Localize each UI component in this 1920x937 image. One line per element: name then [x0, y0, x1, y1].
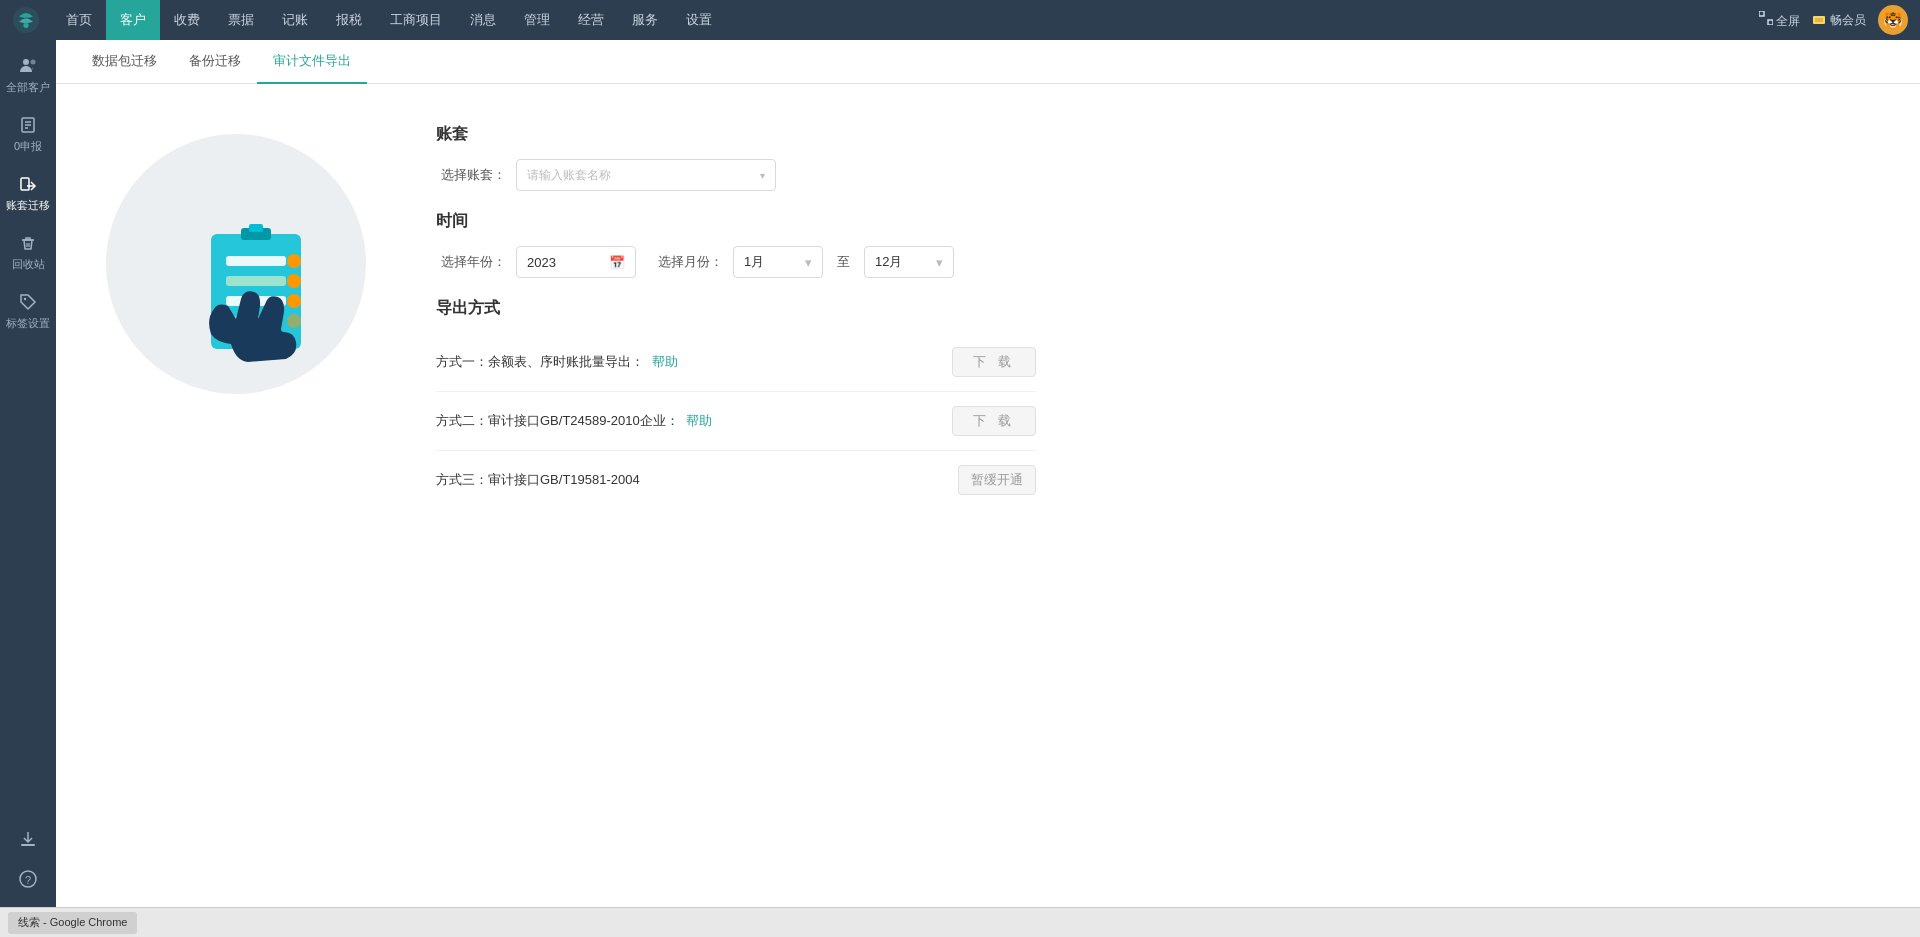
sidebar: 全部客户 0申报 账套迁移 — [0, 40, 56, 907]
illustration-circle — [106, 134, 366, 394]
svg-point-26 — [287, 254, 301, 268]
export-method-3: 方式三：审计接口GB/T19581-2004 暂缓开通 — [436, 451, 1036, 509]
account-section-title: 账套 — [436, 124, 1036, 145]
nav-bookkeep[interactable]: 记账 — [268, 0, 322, 40]
method1-help-link[interactable]: 帮助 — [652, 354, 678, 369]
form-area: 账套 选择账套： 请输入账套名称 ▾ 时间 选择年份： 2023 � — [436, 114, 1036, 877]
tab-audit-export[interactable]: 审计文件导出 — [257, 40, 367, 84]
fullscreen-btn[interactable]: 全屏 — [1759, 11, 1800, 30]
svg-rect-2 — [1759, 11, 1764, 16]
sidebar-item-declare[interactable]: 0申报 — [2, 107, 54, 162]
month-start-select[interactable]: 1月 ▾ — [733, 246, 823, 278]
nav-settings[interactable]: 设置 — [672, 0, 726, 40]
content-area: 账套 选择账套： 请输入账套名称 ▾ 时间 选择年份： 2023 � — [56, 84, 1920, 907]
sidebar-bottom: ? — [12, 823, 44, 907]
svg-rect-5 — [1815, 18, 1823, 22]
nav-invoice[interactable]: 票据 — [214, 0, 268, 40]
month-end-select[interactable]: 12月 ▾ — [864, 246, 954, 278]
time-row: 选择年份： 2023 📅 选择月份： 1月 ▾ 至 12月 ▾ — [436, 246, 1036, 278]
nav-items: 首页 客户 收费 票据 记账 报税 工商项目 消息 管理 经营 服务 设置 — [52, 0, 1759, 40]
export-section-title: 导出方式 — [436, 298, 1036, 319]
tab-backup-migrate[interactable]: 备份迁移 — [173, 40, 257, 84]
svg-point-6 — [23, 59, 29, 65]
tabs-bar: 数据包迁移 备份迁移 审计文件导出 — [56, 40, 1920, 84]
method2-help-link[interactable]: 帮助 — [686, 413, 712, 428]
sidebar-help-icon[interactable]: ? — [12, 863, 44, 895]
top-nav-right: 全屏 畅会员 🐯 — [1759, 5, 1908, 35]
to-text: 至 — [833, 253, 854, 271]
year-input[interactable]: 2023 📅 — [516, 246, 636, 278]
svg-point-1 — [23, 23, 28, 28]
svg-rect-22 — [226, 256, 286, 266]
main-content: 数据包迁移 备份迁移 审计文件导出 — [56, 40, 1920, 907]
account-row: 选择账套： 请输入账套名称 ▾ — [436, 159, 1036, 191]
account-placeholder: 请输入账套名称 — [527, 167, 611, 184]
svg-point-27 — [287, 274, 301, 288]
svg-rect-18 — [21, 844, 35, 846]
method2-download-button[interactable]: 下 载 — [952, 406, 1036, 436]
svg-point-7 — [31, 60, 36, 65]
illustration-area — [96, 114, 376, 877]
chevron-down-icon-month-start: ▾ — [805, 255, 812, 270]
account-select[interactable]: 请输入账套名称 ▾ — [516, 159, 776, 191]
top-navigation: 首页 客户 收费 票据 记账 报税 工商项目 消息 管理 经营 服务 设置 全屏… — [0, 0, 1920, 40]
user-avatar[interactable]: 🐯 — [1878, 5, 1908, 35]
chevron-down-icon-month-end: ▾ — [936, 255, 943, 270]
nav-business[interactable]: 工商项目 — [376, 0, 456, 40]
account-label: 选择账套： — [436, 166, 506, 184]
sidebar-item-all-clients[interactable]: 全部客户 — [2, 48, 54, 103]
tab-data-migrate[interactable]: 数据包迁移 — [76, 40, 173, 84]
month-end-value: 12月 — [875, 253, 902, 271]
calendar-icon: 📅 — [609, 255, 625, 270]
svg-point-17 — [24, 298, 26, 300]
sidebar-download-icon[interactable] — [12, 823, 44, 855]
nav-charge[interactable]: 收费 — [160, 0, 214, 40]
svg-text:?: ? — [25, 874, 31, 886]
svg-point-29 — [287, 314, 301, 328]
nav-home[interactable]: 首页 — [52, 0, 106, 40]
month-start-value: 1月 — [744, 253, 764, 271]
method2-label: 方式二：审计接口GB/T24589-2010企业： 帮助 — [436, 412, 952, 430]
sidebar-item-trash[interactable]: 回收站 — [2, 225, 54, 280]
sidebar-item-migrate[interactable]: 账套迁移 — [2, 166, 54, 221]
svg-rect-3 — [1768, 20, 1773, 25]
svg-rect-23 — [226, 276, 286, 286]
year-value: 2023 — [527, 255, 556, 270]
nav-service[interactable]: 服务 — [618, 0, 672, 40]
sidebar-item-tag[interactable]: 标签设置 — [2, 284, 54, 339]
nav-manage[interactable]: 管理 — [510, 0, 564, 40]
svg-rect-31 — [249, 224, 263, 232]
method1-download-button[interactable]: 下 载 — [952, 347, 1036, 377]
method3-label: 方式三：审计接口GB/T19581-2004 — [436, 471, 958, 489]
method3-coming-soon-button[interactable]: 暂缓开通 — [958, 465, 1036, 495]
month-label: 选择月份： — [658, 253, 723, 271]
svg-point-28 — [287, 294, 301, 308]
chevron-down-icon: ▾ — [760, 170, 765, 181]
time-section-title: 时间 — [436, 211, 1036, 232]
year-label: 选择年份： — [436, 253, 506, 271]
app-logo — [8, 2, 44, 38]
nav-tax[interactable]: 报税 — [322, 0, 376, 40]
taskbar-chrome-item[interactable]: 线索 - Google Chrome — [8, 912, 137, 934]
main-layout: 全部客户 0申报 账套迁移 — [0, 40, 1920, 907]
export-method-1: 方式一：余额表、序时账批量导出： 帮助 下 载 — [436, 333, 1036, 392]
nav-client[interactable]: 客户 — [106, 0, 160, 40]
nav-operate[interactable]: 经营 — [564, 0, 618, 40]
method1-label: 方式一：余额表、序时账批量导出： 帮助 — [436, 353, 952, 371]
nav-message[interactable]: 消息 — [456, 0, 510, 40]
taskbar: 线索 - Google Chrome — [0, 907, 1920, 937]
export-method-2: 方式二：审计接口GB/T24589-2010企业： 帮助 下 载 — [436, 392, 1036, 451]
svg-rect-12 — [21, 178, 29, 190]
member-btn[interactable]: 畅会员 — [1812, 12, 1866, 29]
